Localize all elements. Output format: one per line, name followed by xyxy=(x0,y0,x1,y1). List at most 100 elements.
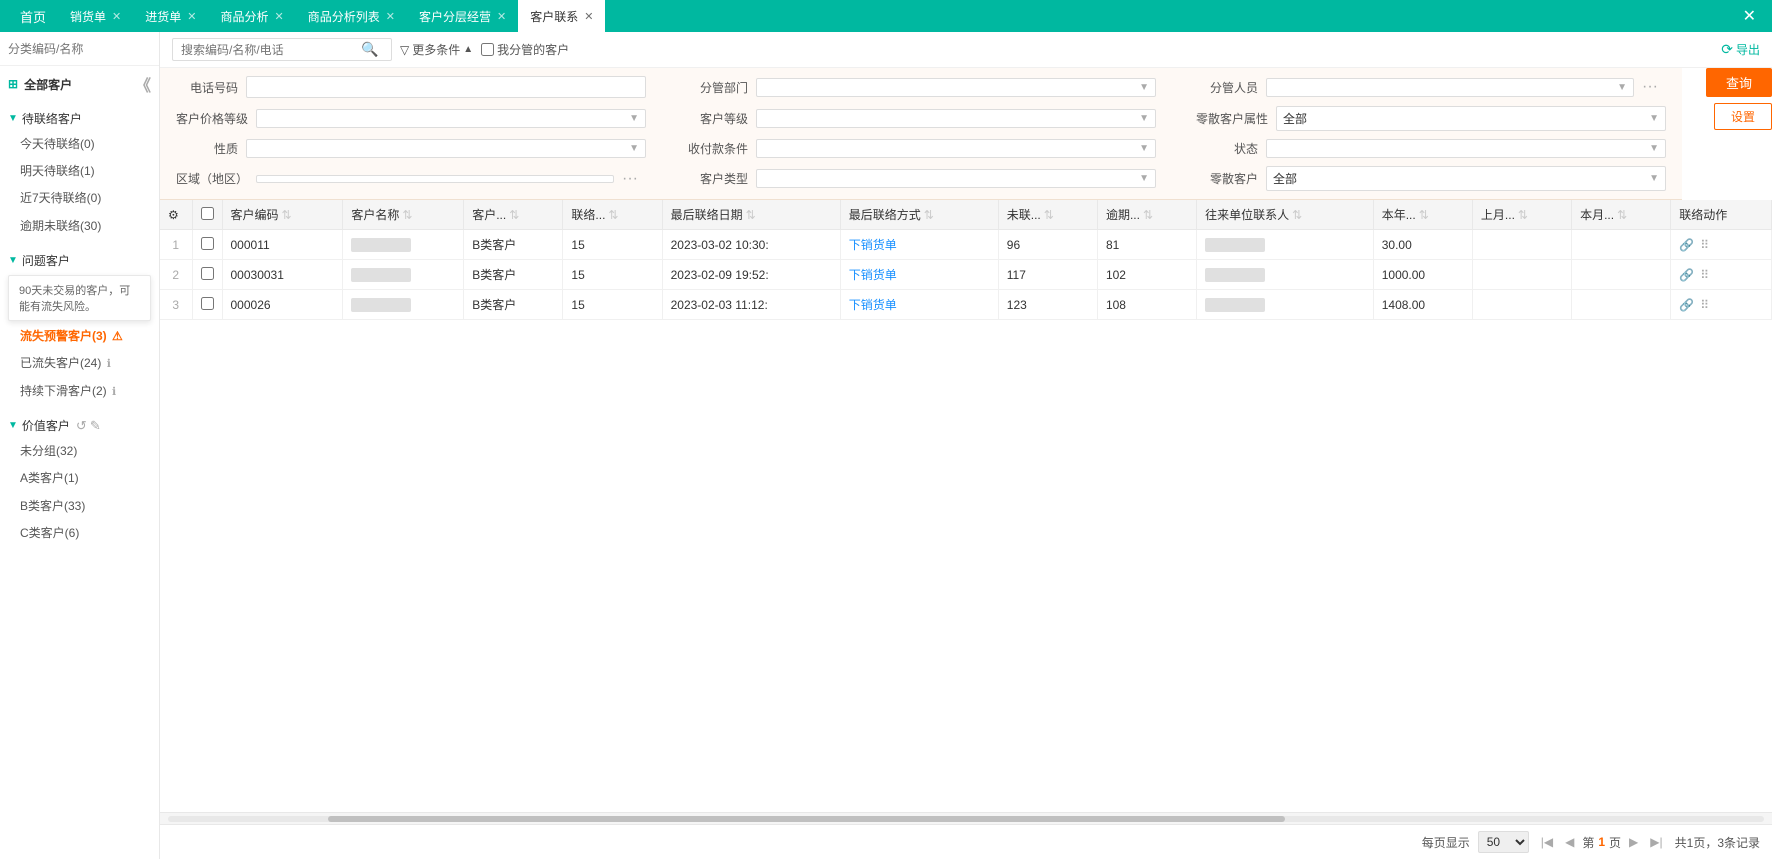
info-icon-2: ℹ xyxy=(112,386,116,398)
nav-tab-customer-layer[interactable]: 客户分层经营 ✕ xyxy=(407,0,518,32)
nav-tab-home[interactable]: 首页 xyxy=(8,0,58,32)
action-link-icon-2[interactable]: 🔗 xyxy=(1679,268,1694,282)
sidebar-search-area: 🔍 xyxy=(0,32,159,66)
row-method-3[interactable]: 下销货单 xyxy=(840,290,998,320)
main-search-icon[interactable]: 🔍 xyxy=(361,41,378,58)
filter-payment-select[interactable]: ▼ xyxy=(756,139,1156,158)
filter-region-dots[interactable]: ··· xyxy=(614,170,646,188)
nav-tab-purchase[interactable]: 进货单 ✕ xyxy=(133,0,208,32)
close-tab-customer-contact[interactable]: ✕ xyxy=(584,10,593,23)
sidebar-item-class-c[interactable]: C类客户(6) xyxy=(0,520,159,547)
horizontal-scrollbar[interactable] xyxy=(160,812,1772,824)
nav-tab-customer-contact[interactable]: 客户联系 ✕ xyxy=(518,0,605,32)
sort-icon-type[interactable]: ⇅ xyxy=(509,208,519,222)
action-menu-icon-2[interactable]: ⠿ xyxy=(1700,268,1709,282)
filter-region-select[interactable] xyxy=(256,175,614,183)
sidebar-item-class-b[interactable]: B类客户(33) xyxy=(0,493,159,520)
prev-page-button[interactable]: ◀ xyxy=(1561,835,1578,849)
sort-icon-name[interactable]: ⇅ xyxy=(402,208,412,222)
customer-table: ⚙ 客户编码⇅ 客户名称⇅ 客户...⇅ 联络...⇅ 最后联络日期⇅ 最后联络… xyxy=(160,200,1772,320)
sidebar-item-churn-warning[interactable]: 流失预警客户(3) ⚠ xyxy=(0,323,159,350)
nav-tab-sales[interactable]: 销货单 ✕ xyxy=(58,0,133,32)
filter-price-level-select[interactable]: ▼ xyxy=(256,109,646,128)
action-menu-icon-1[interactable]: ⠿ xyxy=(1700,238,1709,252)
main-search-input[interactable] xyxy=(181,43,361,57)
sidebar-item-overdue-pending[interactable]: 逾期未联络(30) xyxy=(0,213,159,240)
filter-cust-type-select[interactable]: ▼ xyxy=(756,169,1156,188)
sidebar-item-today-pending[interactable]: 今天待联络(0) xyxy=(0,131,159,158)
filter-retail-attr-select[interactable]: 全部 ▼ xyxy=(1276,106,1666,131)
sort-icon-no-contact[interactable]: ⇅ xyxy=(1044,208,1054,222)
filter-dept-select[interactable]: ▼ xyxy=(756,78,1156,97)
filter-person-select[interactable]: ▼ xyxy=(1266,78,1634,97)
sidebar-item-churned[interactable]: 已流失客户(24) ℹ xyxy=(0,350,159,378)
col-settings[interactable]: ⚙ xyxy=(160,200,192,230)
close-tab-goods-list[interactable]: ✕ xyxy=(386,10,395,23)
action-icons-3[interactable]: 🔗⠿ xyxy=(1679,298,1763,312)
action-link-icon-1[interactable]: 🔗 xyxy=(1679,238,1694,252)
sidebar-item-tomorrow-pending[interactable]: 明天待联络(1) xyxy=(0,158,159,185)
sort-icon-lm[interactable]: ⇅ xyxy=(1518,208,1528,222)
scrollbar-track[interactable] xyxy=(168,816,1764,822)
sort-icon-overdue[interactable]: ⇅ xyxy=(1143,208,1153,222)
row-actions-3[interactable]: 🔗⠿ xyxy=(1671,290,1772,320)
sidebar-group-problem-title[interactable]: ▼ 问题客户 xyxy=(0,248,159,273)
row-method-2[interactable]: 下销货单 xyxy=(840,260,998,290)
sidebar-item-declining[interactable]: 持续下滑客户(2) ℹ xyxy=(0,378,159,406)
row-actions-1[interactable]: 🔗⠿ xyxy=(1671,230,1772,260)
close-tab-sales[interactable]: ✕ xyxy=(112,10,121,23)
filter-cust-level-select[interactable]: ▼ xyxy=(756,109,1156,128)
sort-icon-tm[interactable]: ⇅ xyxy=(1617,208,1627,222)
next-page-button[interactable]: ▶ xyxy=(1625,835,1642,849)
select-all-checkbox[interactable] xyxy=(201,207,214,220)
page-size-select[interactable]: 50 100 xyxy=(1478,831,1529,853)
row-checkbox-3[interactable] xyxy=(192,290,222,320)
my-customers-checkbox[interactable]: 我分管的客户 xyxy=(481,41,569,58)
last-page-button[interactable]: ▶| xyxy=(1646,835,1666,849)
sort-icon-last-date[interactable]: ⇅ xyxy=(746,208,756,222)
refresh-icon[interactable]: ↺ xyxy=(76,418,87,434)
my-customers-check[interactable] xyxy=(481,43,494,56)
row-method-1[interactable]: 下销货单 xyxy=(840,230,998,260)
col-checkbox[interactable] xyxy=(192,200,222,230)
filter-phone-input[interactable] xyxy=(246,76,646,98)
window-close-button[interactable]: ✕ xyxy=(1735,6,1764,26)
more-conditions-button[interactable]: ▽ 更多条件 ▲ xyxy=(400,41,473,58)
nav-tab-goods-list[interactable]: 商品分析列表 ✕ xyxy=(296,0,407,32)
close-tab-purchase[interactable]: ✕ xyxy=(187,10,196,23)
action-icons-2[interactable]: 🔗⠿ xyxy=(1679,268,1763,282)
sidebar-search-input[interactable] xyxy=(8,42,160,56)
row-actions-2[interactable]: 🔗⠿ xyxy=(1671,260,1772,290)
export-button[interactable]: ⟳ 导出 xyxy=(1721,41,1760,58)
action-link-icon-3[interactable]: 🔗 xyxy=(1679,298,1694,312)
sidebar-group-pending-title[interactable]: ▼ 待联络客户 xyxy=(0,106,159,131)
sidebar-collapse-button[interactable]: 《 xyxy=(135,72,151,96)
edit-icon[interactable]: ✎ xyxy=(90,418,101,434)
filter-nature-select[interactable]: ▼ xyxy=(246,139,646,158)
nav-tab-goods-analysis[interactable]: 商品分析 ✕ xyxy=(208,0,295,32)
row-checkbox-2[interactable] xyxy=(192,260,222,290)
action-menu-icon-3[interactable]: ⠿ xyxy=(1700,298,1709,312)
filter-person-dots[interactable]: ··· xyxy=(1634,78,1666,96)
sidebar-group-value-title[interactable]: ▼ 价值客户 ↺ ✎ xyxy=(0,413,159,438)
action-icons-1[interactable]: 🔗⠿ xyxy=(1679,238,1763,252)
sort-icon-cp[interactable]: ⇅ xyxy=(1292,208,1302,222)
sidebar-root-label[interactable]: ⊞ 全部客户 《 xyxy=(0,66,159,102)
sort-icon-ty[interactable]: ⇅ xyxy=(1419,208,1429,222)
sidebar-item-7days-pending[interactable]: 近7天待联络(0) xyxy=(0,185,159,212)
settings-button[interactable]: 设置 xyxy=(1714,103,1772,130)
scrollbar-thumb[interactable] xyxy=(328,816,1286,822)
sort-icon-last-method[interactable]: ⇅ xyxy=(924,208,934,222)
filter-status-select[interactable]: ▼ xyxy=(1266,139,1666,158)
sidebar-item-ungroup[interactable]: 未分组(32) xyxy=(0,438,159,465)
close-tab-customer-layer[interactable]: ✕ xyxy=(497,10,506,23)
filter-retail-select[interactable]: 全部 ▼ xyxy=(1266,166,1666,191)
query-button[interactable]: 查询 xyxy=(1706,68,1772,97)
row-num-2: 2 xyxy=(160,260,192,290)
first-page-button[interactable]: |◀ xyxy=(1537,835,1557,849)
sort-icon-contact[interactable]: ⇅ xyxy=(608,208,618,222)
row-checkbox-1[interactable] xyxy=(192,230,222,260)
sidebar-item-class-a[interactable]: A类客户(1) xyxy=(0,465,159,492)
sort-icon-code[interactable]: ⇅ xyxy=(282,208,292,222)
close-tab-goods-analysis[interactable]: ✕ xyxy=(275,10,284,23)
